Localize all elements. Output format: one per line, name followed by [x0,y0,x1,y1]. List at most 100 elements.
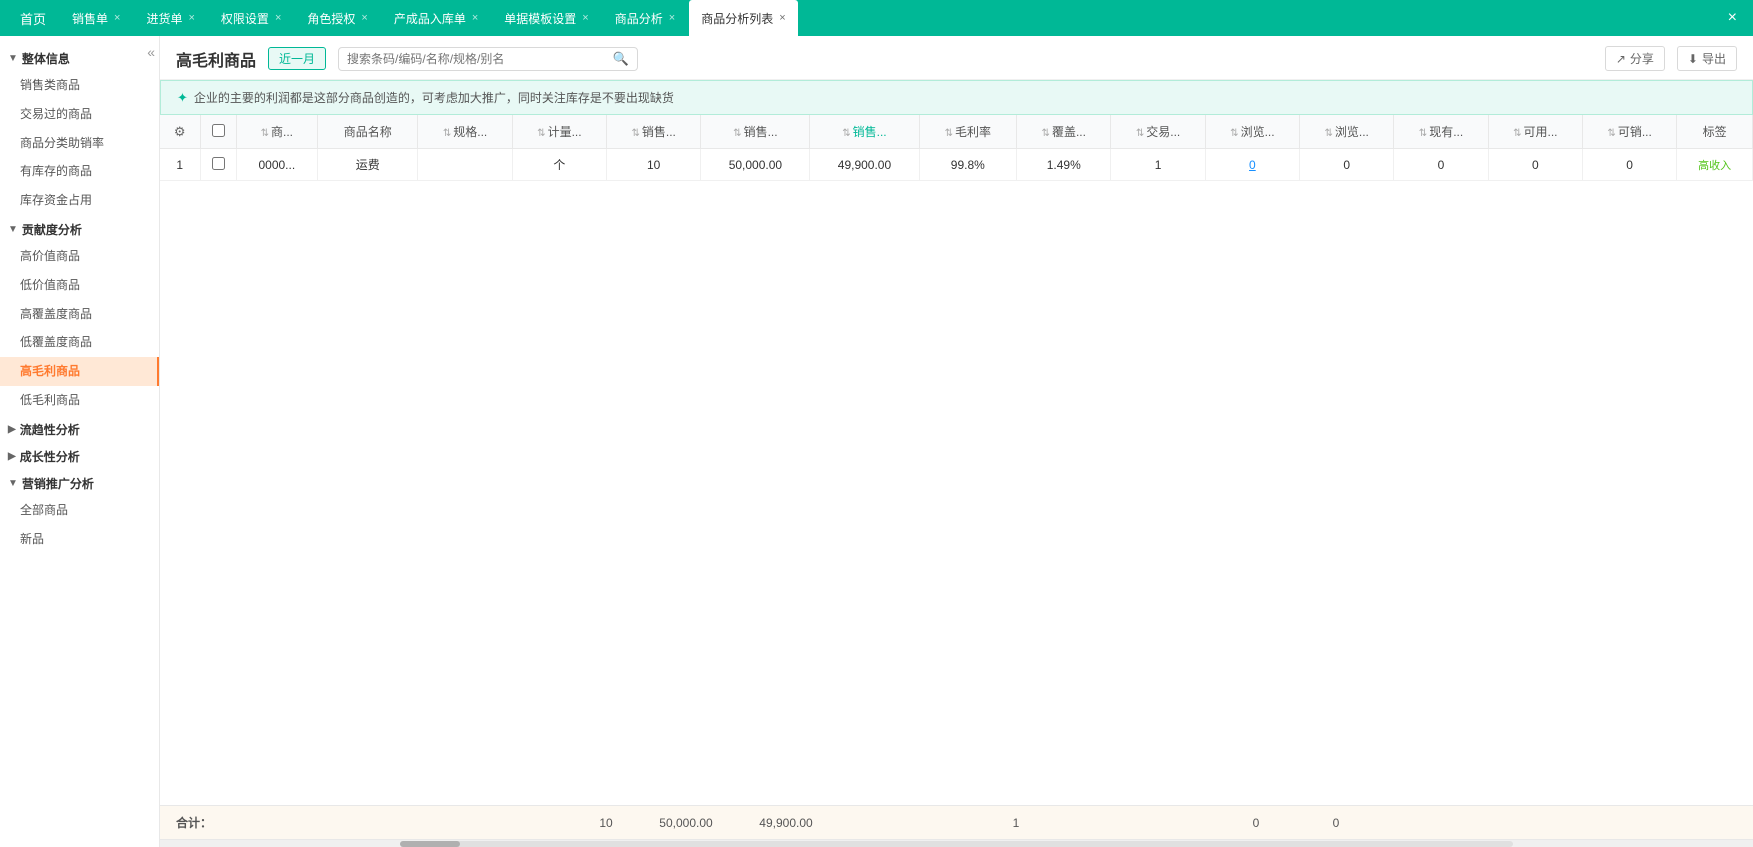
row-code: 0000... [236,149,318,181]
row-transactions: 1 [1111,149,1205,181]
scroll-thumb[interactable] [400,841,460,847]
tip-icon: ✦ [177,90,188,106]
col-browse2[interactable]: ⇅浏览... [1300,115,1394,149]
col-current[interactable]: ⇅现有... [1394,115,1488,149]
nav-home[interactable]: 首页 [8,0,58,36]
nav-sales[interactable]: 销售单 × [60,0,132,36]
sidebar-item-category-rate[interactable]: 商品分类助销率 [0,129,159,158]
sidebar-item-new-goods[interactable]: 新品 [0,525,159,554]
sidebar-item-traded-goods[interactable]: 交易过的商品 [0,100,159,129]
close-product-warehouse-tab[interactable]: × [472,12,478,24]
content-area: 高毛利商品 近一月 🔍 ↗ 分享 ⬇ 导出 ✦ 企业的主要的利润都是这部分商品创… [160,36,1753,847]
select-all-checkbox[interactable] [212,124,225,137]
info-tip: ✦ 企业的主要的利润都是这部分商品创造的，可考虑加大推广，同时关注库存是不要出现… [160,80,1753,115]
col-sellable[interactable]: ⇅可销... [1582,115,1676,149]
nav-role[interactable]: 角色授权 × [295,0,379,36]
browse1-link[interactable]: 0 [1249,158,1256,172]
col-spec[interactable]: ⇅规格... [418,115,512,149]
col-sales3[interactable]: ⇅销售... [810,115,919,149]
col-gross-rate[interactable]: ⇅毛利率 [919,115,1017,149]
nav-product-analysis-list[interactable]: 商品分析列表 × [689,0,797,36]
col-sales1[interactable]: ⇅销售... [607,115,701,149]
footer-transactions: 1 [976,816,1056,830]
search-box: 🔍 [338,47,638,71]
settings-icon[interactable]: ⚙ [174,124,186,139]
close-product-analysis-tab[interactable]: × [669,12,675,24]
sidebar-group-growth[interactable]: ▶ 成长性分析 [0,442,159,469]
share-btn[interactable]: ↗ 分享 [1605,46,1665,71]
nav-template[interactable]: 单据模板设置 × [492,0,600,36]
close-sales-tab[interactable]: × [114,12,120,24]
close-template-tab[interactable]: × [582,12,588,24]
table-header-row: ⚙ ⇅商... 商品名称 ⇅规格... ⇅计量... ⇅销售... ⇅销售...… [160,115,1753,149]
col-code[interactable]: ⇅商... [236,115,318,149]
col-coverage[interactable]: ⇅覆盖... [1017,115,1111,149]
arrow-icon-2: ▼ [8,224,18,235]
export-icon: ⬇ [1688,52,1698,66]
footer-summary: 合计： 10 50,000.00 49,900.00 1 0 0 [160,805,1753,839]
data-table-wrapper: ⚙ ⇅商... 商品名称 ⇅规格... ⇅计量... ⇅销售... ⇅销售...… [160,115,1753,805]
horizontal-scrollbar[interactable] [160,839,1753,847]
sidebar-group-contribution[interactable]: ▼ 贡献度分析 [0,215,159,242]
sidebar-item-low-coverage[interactable]: 低覆盖度商品 [0,328,159,357]
data-table: ⚙ ⇅商... 商品名称 ⇅规格... ⇅计量... ⇅销售... ⇅销售...… [160,115,1753,181]
close-product-analysis-list-tab[interactable]: × [779,12,785,24]
sidebar-group-trend[interactable]: ▶ 流趋性分析 [0,415,159,442]
row-tag: 高收入 [1677,149,1753,181]
search-input[interactable] [347,52,613,66]
row-select-checkbox[interactable] [212,157,225,170]
export-btn[interactable]: ⬇ 导出 [1677,46,1737,71]
row-name: 运费 [318,149,418,181]
col-sales2[interactable]: ⇅销售... [701,115,810,149]
col-unit[interactable]: ⇅计量... [512,115,606,149]
sidebar-item-high-margin[interactable]: 高毛利商品 [0,357,159,386]
sidebar-item-high-coverage[interactable]: 高覆盖度商品 [0,300,159,329]
sidebar-item-sales-goods[interactable]: 销售类商品 [0,71,159,100]
row-unit: 个 [512,149,606,181]
row-checkbox [200,149,236,181]
close-purchase-tab[interactable]: × [188,12,194,24]
col-available[interactable]: ⇅可用... [1488,115,1582,149]
row-gross-rate: 99.8% [919,149,1017,181]
row-sellable: 0 [1582,149,1676,181]
nav-permission[interactable]: 权限设置 × [209,0,293,36]
arrow-icon: ▼ [8,53,18,64]
sidebar-group-overall[interactable]: ▼ 整体信息 [0,44,159,71]
search-icon[interactable]: 🔍 [613,51,629,67]
sidebar: « ▼ 整体信息 销售类商品 交易过的商品 商品分类助销率 有库存的商品 库存资… [0,36,160,847]
close-permission-tab[interactable]: × [275,12,281,24]
sidebar-item-stocked-goods[interactable]: 有库存的商品 [0,157,159,186]
filter-period-btn[interactable]: 近一月 [268,47,326,70]
sidebar-collapse-btn[interactable]: « [147,44,155,60]
col-checkbox [200,115,236,149]
nav-product-warehouse[interactable]: 产成品入库单 × [382,0,490,36]
share-icon: ↗ [1616,52,1626,66]
row-coverage: 1.49% [1017,149,1111,181]
arrow-icon-3: ▶ [8,424,16,435]
sidebar-item-all-goods[interactable]: 全部商品 [0,496,159,525]
content-header: 高毛利商品 近一月 🔍 ↗ 分享 ⬇ 导出 [160,36,1753,80]
col-name: 商品名称 [318,115,418,149]
row-browse1[interactable]: 0 [1205,149,1299,181]
col-transactions[interactable]: ⇅交易... [1111,115,1205,149]
nav-purchase[interactable]: 进货单 × [134,0,206,36]
sidebar-item-low-value[interactable]: 低价值商品 [0,271,159,300]
row-sales1: 10 [607,149,701,181]
nav-product-analysis[interactable]: 商品分析 × [603,0,687,36]
sidebar-group-marketing[interactable]: ▼ 营销推广分析 [0,469,159,496]
close-all-tabs[interactable]: × [1720,9,1745,27]
table-row: 1 0000... 运费 个 10 50,000.00 49,900.00 99… [160,149,1753,181]
sidebar-item-high-value[interactable]: 高价值商品 [0,242,159,271]
sidebar-item-stock-capital[interactable]: 库存资金占用 [0,186,159,215]
footer-current: 0 [1216,816,1296,830]
row-spec [418,149,512,181]
close-role-tab[interactable]: × [361,12,367,24]
footer-values: 10 50,000.00 49,900.00 1 0 0 [256,816,1737,830]
col-browse1[interactable]: ⇅浏览... [1205,115,1299,149]
sidebar-item-low-margin[interactable]: 低毛利商品 [0,386,159,415]
arrow-icon-5: ▼ [8,478,18,489]
col-settings[interactable]: ⚙ [160,115,200,149]
col-tag: 标签 [1677,115,1753,149]
row-index: 1 [160,149,200,181]
row-browse2: 0 [1300,149,1394,181]
